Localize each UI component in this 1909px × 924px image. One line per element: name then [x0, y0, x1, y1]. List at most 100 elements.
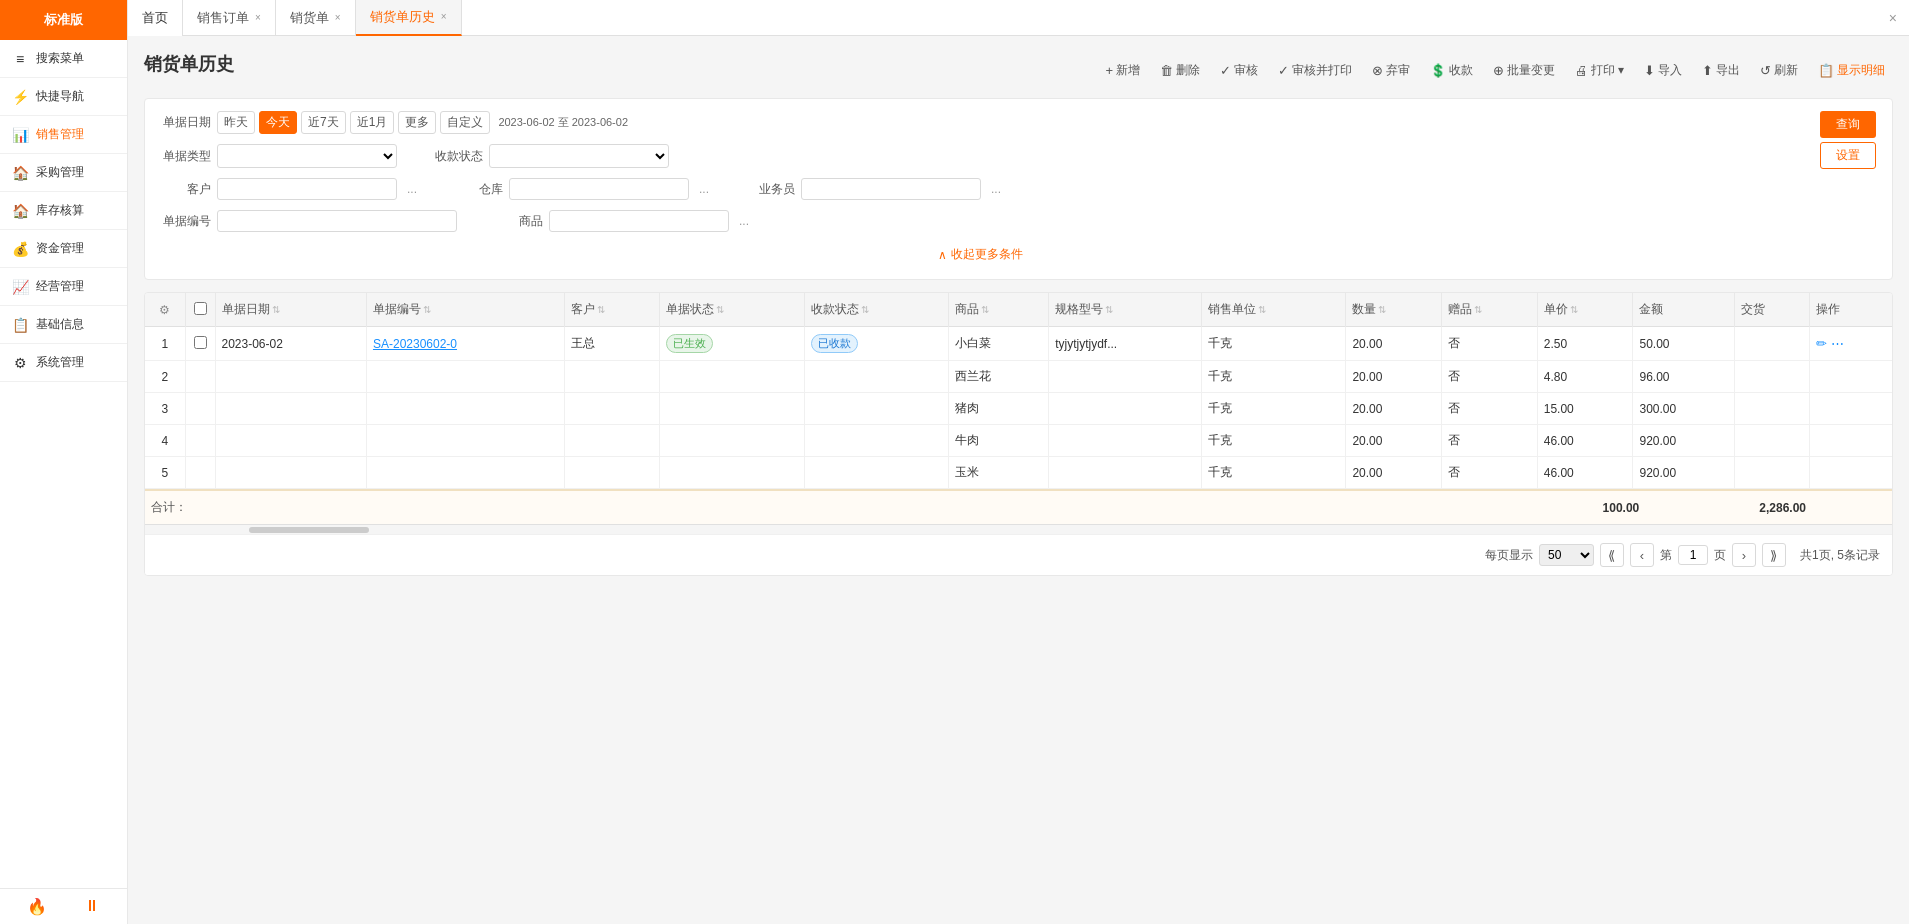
tab-home[interactable]: 首页	[128, 0, 183, 36]
horizontal-scrollbar[interactable]	[145, 524, 1892, 534]
sidebar-item-quick-nav[interactable]: ⚡ 快捷导航	[0, 78, 127, 116]
col-price-sort[interactable]: ⇅	[1570, 304, 1578, 315]
row1-checkbox[interactable]	[194, 336, 207, 349]
search-menu-icon: ≡	[12, 51, 28, 67]
collect-button[interactable]: 💲 收款	[1422, 58, 1481, 83]
row1-edit-icon[interactable]: ✏	[1816, 336, 1827, 351]
tab-sales-goods[interactable]: 销货单 ×	[276, 0, 356, 36]
filter-date-item: 单据日期 昨天 今天 近7天 近1月 更多 自定义 2023-06-02 至 2…	[161, 111, 628, 134]
print-button[interactable]: 🖨 打印 ▾	[1567, 58, 1632, 83]
warehouse-suffix[interactable]: ...	[699, 182, 709, 196]
collect-status-select[interactable]	[489, 144, 669, 168]
collect-label: 收款	[1449, 62, 1473, 79]
base-info-icon: 📋	[12, 317, 28, 333]
salesperson-input[interactable]	[801, 178, 981, 200]
sidebar-fire-btn[interactable]: 🔥	[27, 897, 47, 916]
doc-no-input[interactable]	[217, 210, 457, 232]
sales-mgmt-icon: 📊	[12, 127, 28, 143]
tab-bar-close-all[interactable]: ×	[1877, 10, 1909, 26]
col-customer-sort[interactable]: ⇅	[597, 304, 605, 315]
col-collect-status-sort[interactable]: ⇅	[861, 304, 869, 315]
sidebar-item-base-info[interactable]: 📋 基础信息	[0, 306, 127, 344]
approve-button[interactable]: ✓ 审核	[1212, 58, 1266, 83]
row5-price: 46.00	[1537, 457, 1633, 489]
doc-type-select[interactable]	[217, 144, 397, 168]
col-goods-sort[interactable]: ⇅	[981, 304, 989, 315]
goods-filter-suffix[interactable]: ...	[739, 214, 749, 228]
customer-input[interactable]	[217, 178, 397, 200]
per-page-select[interactable]: 50 10 20 100	[1539, 544, 1594, 566]
row5-doc-status	[660, 457, 805, 489]
tab-sales-order[interactable]: 销售订单 ×	[183, 0, 276, 36]
select-all-checkbox[interactable]	[194, 302, 207, 315]
row4-unit: 千克	[1201, 425, 1346, 457]
main-area: 首页 销售订单 × 销货单 × 销货单历史 × × 销货单历史 + 新增	[128, 0, 1909, 924]
export-button[interactable]: ⬆ 导出	[1694, 58, 1748, 83]
purchase-mgmt-icon: 🏠	[12, 165, 28, 181]
row1-check[interactable]	[185, 327, 215, 361]
sidebar-item-finance[interactable]: 💰 资金管理	[0, 230, 127, 268]
customer-suffix[interactable]: ...	[407, 182, 417, 196]
content-area: 销货单历史 + 新增 🗑 删除 ✓ 审核 ✓ 审核并打印	[128, 36, 1909, 924]
sidebar-item-ops[interactable]: 📈 经营管理	[0, 268, 127, 306]
page-input[interactable]: 1	[1678, 545, 1708, 565]
batch-change-button[interactable]: ⊕ 批量变更	[1485, 58, 1563, 83]
set-button[interactable]: 设置	[1820, 142, 1876, 169]
goods-filter-input[interactable]	[549, 210, 729, 232]
sidebar-item-search-menu[interactable]: ≡ 搜索菜单	[0, 40, 127, 78]
row4-qty: 20.00	[1346, 425, 1442, 457]
col-no-sort[interactable]: ⇅	[423, 304, 431, 315]
tab-sales-history-close[interactable]: ×	[441, 11, 447, 22]
row1-more-icon[interactable]: ⋯	[1831, 336, 1844, 351]
sidebar-pause-btn[interactable]: ⏸	[84, 897, 100, 916]
import-button[interactable]: ⬇ 导入	[1636, 58, 1690, 83]
approve-print-button[interactable]: ✓ 审核并打印	[1270, 58, 1360, 83]
date-buttons: 昨天 今天 近7天 近1月 更多 自定义 2023-06-02 至 2023-0…	[217, 111, 628, 134]
col-customer-label: 客户	[571, 301, 595, 318]
total-info: 共1页, 5条记录	[1800, 547, 1880, 564]
date-btn-1month[interactable]: 近1月	[350, 111, 395, 134]
date-btn-more[interactable]: 更多	[398, 111, 436, 134]
col-spec-sort[interactable]: ⇅	[1105, 304, 1113, 315]
collapse-button[interactable]: ∧ 收起更多条件	[161, 242, 1800, 267]
salesperson-suffix[interactable]: ...	[991, 182, 1001, 196]
row1-no-link[interactable]: SA-20230602-0	[373, 337, 457, 351]
query-button[interactable]: 查询	[1820, 111, 1876, 138]
date-btn-today[interactable]: 今天	[259, 111, 297, 134]
new-icon: +	[1105, 63, 1113, 78]
warehouse-input[interactable]	[509, 178, 689, 200]
import-icon: ⬇	[1644, 63, 1655, 78]
table-gear-icon[interactable]: ⚙	[159, 303, 170, 317]
show-detail-button[interactable]: 📋 显示明细	[1810, 58, 1893, 83]
export-label: 导出	[1716, 62, 1740, 79]
scrollbar-thumb[interactable]	[249, 527, 369, 533]
page-first-btn[interactable]: ⟪	[1600, 543, 1624, 567]
col-unit-sort[interactable]: ⇅	[1258, 304, 1266, 315]
inventory-icon: 🏠	[12, 203, 28, 219]
col-doc-status-sort[interactable]: ⇅	[716, 304, 724, 315]
refresh-button[interactable]: ↺ 刷新	[1752, 58, 1806, 83]
sidebar-item-purchase-mgmt[interactable]: 🏠 采购管理	[0, 154, 127, 192]
tab-sales-order-close[interactable]: ×	[255, 12, 261, 23]
col-gear[interactable]: ⚙	[145, 293, 185, 327]
page-prev-btn[interactable]: ‹	[1630, 543, 1654, 567]
page-last-btn[interactable]: ⟫	[1762, 543, 1786, 567]
date-btn-custom[interactable]: 自定义	[440, 111, 490, 134]
date-btn-7days[interactable]: 近7天	[301, 111, 346, 134]
date-btn-yesterday[interactable]: 昨天	[217, 111, 255, 134]
sidebar-item-sys-mgmt[interactable]: ⚙ 系统管理	[0, 344, 127, 382]
page-next-btn[interactable]: ›	[1732, 543, 1756, 567]
sys-mgmt-icon: ⚙	[12, 355, 28, 371]
sidebar-item-sales-mgmt[interactable]: 📊 销售管理	[0, 116, 127, 154]
abandon-button[interactable]: ⊗ 弃审	[1364, 58, 1418, 83]
sidebar-label-purchase-mgmt: 采购管理	[36, 164, 84, 181]
row1-no[interactable]: SA-20230602-0	[366, 327, 564, 361]
col-gift-sort[interactable]: ⇅	[1474, 304, 1482, 315]
tab-sales-history[interactable]: 销货单历史 ×	[356, 0, 462, 36]
new-button[interactable]: + 新增	[1097, 58, 1148, 83]
col-qty-sort[interactable]: ⇅	[1378, 304, 1386, 315]
col-date-sort[interactable]: ⇅	[272, 304, 280, 315]
delete-button[interactable]: 🗑 删除	[1152, 58, 1208, 83]
tab-sales-goods-close[interactable]: ×	[335, 12, 341, 23]
sidebar-item-inventory[interactable]: 🏠 库存核算	[0, 192, 127, 230]
